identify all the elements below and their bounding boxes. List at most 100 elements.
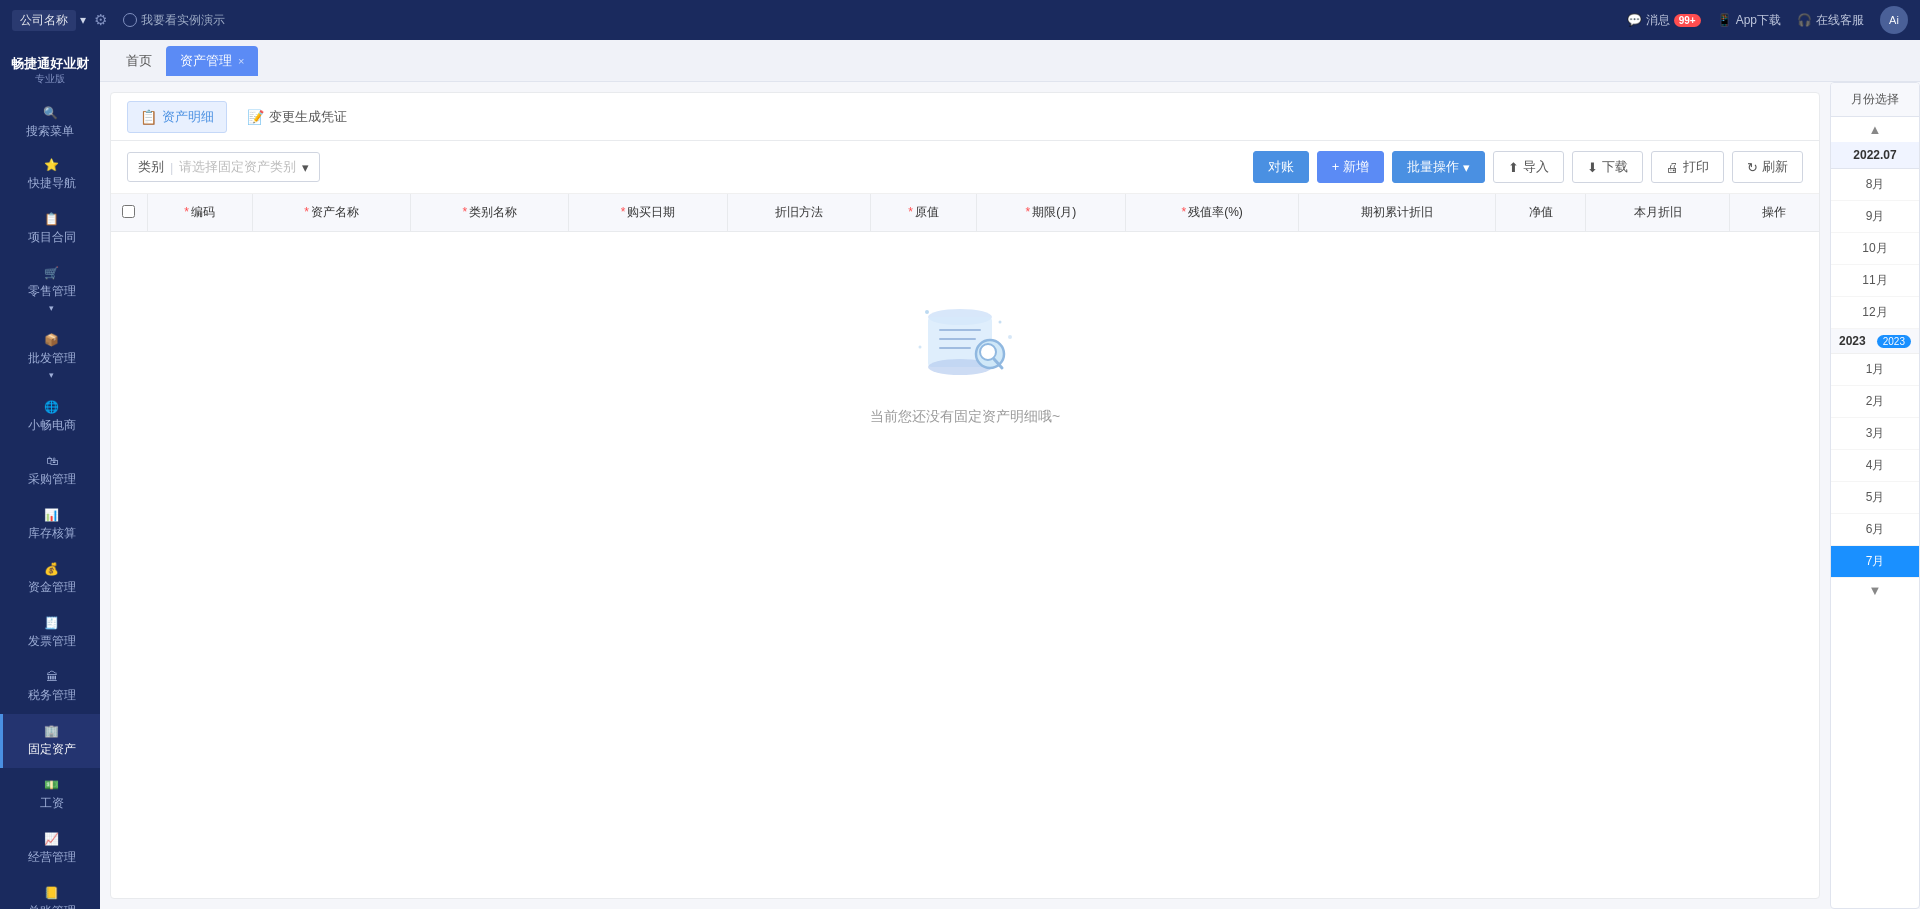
wholesale-label: 批发管理 <box>28 350 76 367</box>
user-avatar[interactable]: Ai <box>1880 6 1908 34</box>
content-area: 首页 资产管理 × 📋 资产明细 📝 变更生成凭证 <box>100 40 1920 909</box>
online-service-label: 在线客服 <box>1816 12 1864 29</box>
demo-link[interactable]: 我要看实例演示 <box>123 12 225 29</box>
online-service-btn[interactable]: 🎧 在线客服 <box>1797 12 1864 29</box>
svg-point-12 <box>919 346 922 349</box>
sidebar-item-wholesale[interactable]: 📦 批发管理 ▾ <box>0 323 100 390</box>
toolbar-left: 类别 | 请选择固定资产类别 ▾ <box>127 152 320 182</box>
purchase-label: 采购管理 <box>28 471 76 488</box>
table-body: 当前您还没有固定资产明细哦~ <box>111 232 1819 487</box>
app-download-btn[interactable]: 📱 App下载 <box>1717 12 1781 29</box>
top-bar-right: 💬 消息 99+ 📱 App下载 🎧 在线客服 Ai <box>1627 6 1908 34</box>
tax-label: 税务管理 <box>28 687 76 704</box>
month-picker-current-year[interactable]: 2022.07 <box>1831 142 1919 169</box>
sidebar-item-payroll[interactable]: 💵 工资 <box>0 768 100 822</box>
import-button[interactable]: ⬆ 导入 <box>1493 151 1564 183</box>
invoice-icon: 🧾 <box>44 616 59 630</box>
th-name: *资产名称 <box>252 194 410 232</box>
reconcile-button[interactable]: 对账 <box>1253 151 1309 183</box>
table-container: *编码 *资产名称 *类别名称 *购买日期 折旧方法 *原值 *期限(月) *残… <box>111 194 1819 898</box>
svg-point-10 <box>999 321 1002 324</box>
company-name[interactable]: 公司名称 <box>12 10 76 31</box>
sidebar-item-fixed-assets[interactable]: 🏢 固定资产 <box>0 714 100 768</box>
sidebar-item-ledger[interactable]: 📒 总账管理 <box>0 876 100 909</box>
sidebar-item-search[interactable]: 🔍 搜索菜单 <box>0 98 100 148</box>
sidebar-item-quick-nav[interactable]: ⭐ 快捷导航 <box>0 148 100 202</box>
sub-tab-change-voucher[interactable]: 📝 变更生成凭证 <box>235 102 359 132</box>
month-item-sep[interactable]: 9月 <box>1831 201 1919 233</box>
month-item-aug[interactable]: 8月 <box>1831 169 1919 201</box>
app-download-label: App下载 <box>1736 12 1781 29</box>
month-item-jul-current[interactable]: 7月 <box>1831 546 1919 578</box>
sub-tab-asset-detail[interactable]: 📋 资产明细 <box>127 101 227 133</box>
print-button[interactable]: 🖨 打印 <box>1651 151 1724 183</box>
company-dropdown-icon[interactable]: ▾ <box>80 13 86 27</box>
month-item-apr[interactable]: 4月 <box>1831 450 1919 482</box>
message-btn[interactable]: 💬 消息 99+ <box>1627 12 1701 29</box>
asset-detail-label: 资产明细 <box>162 108 214 126</box>
tab-home[interactable]: 首页 <box>112 46 166 76</box>
month-item-nov[interactable]: 11月 <box>1831 265 1919 297</box>
month-item-dec[interactable]: 12月 <box>1831 297 1919 329</box>
app-logo: 畅捷通好业财 专业版 <box>0 48 100 98</box>
message-icon: 💬 <box>1627 13 1642 27</box>
finance-icon: 💰 <box>44 562 59 576</box>
sidebar-item-retail[interactable]: 🛒 零售管理 ▾ <box>0 256 100 323</box>
refresh-button[interactable]: ↻ 刷新 <box>1732 151 1803 183</box>
add-button[interactable]: + 新增 <box>1317 151 1384 183</box>
quick-nav-label: 快捷导航 <box>28 175 76 192</box>
tab-asset-management[interactable]: 资产管理 × <box>166 46 258 76</box>
logo-title: 畅捷通好业财 <box>10 56 90 72</box>
month-item-jan[interactable]: 1月 <box>1831 354 1919 386</box>
logo-subtitle: 专业版 <box>10 72 90 86</box>
inventory-icon: 📊 <box>44 508 59 522</box>
th-checkbox <box>111 194 147 232</box>
empty-row: 当前您还没有固定资产明细哦~ <box>111 232 1819 487</box>
sidebar-item-ecommerce[interactable]: 🌐 小畅电商 <box>0 390 100 444</box>
sidebar-item-inventory[interactable]: 📊 库存核算 <box>0 498 100 552</box>
demo-circle-icon <box>123 13 137 27</box>
operations-icon: 📈 <box>44 832 59 846</box>
toolbar: 类别 | 请选择固定资产类别 ▾ 对账 + 新增 <box>111 141 1819 194</box>
download-button[interactable]: ⬇ 下载 <box>1572 151 1643 183</box>
sidebar-item-purchase[interactable]: 🛍 采购管理 <box>0 444 100 498</box>
import-icon: ⬆ <box>1508 160 1519 175</box>
home-label: 首页 <box>126 52 152 70</box>
batch-button[interactable]: 批量操作 ▾ <box>1392 151 1485 183</box>
month-picker-header: 月份选择 <box>1831 83 1919 117</box>
search-label: 搜索菜单 <box>26 123 74 140</box>
category-placeholder: 请选择固定资产类别 <box>179 158 296 176</box>
fixed-assets-icon: 🏢 <box>44 724 59 738</box>
th-purchase-date: *购买日期 <box>569 194 727 232</box>
empty-state: 当前您还没有固定资产明细哦~ <box>111 232 1819 486</box>
search-icon: 🔍 <box>43 106 58 120</box>
month-item-may[interactable]: 5月 <box>1831 482 1919 514</box>
sidebar-item-tax[interactable]: 🏛 税务管理 <box>0 660 100 714</box>
month-picker-down-nav[interactable]: ▼ <box>1831 578 1919 603</box>
sidebar-item-operations[interactable]: 📈 经营管理 <box>0 822 100 876</box>
select-all-checkbox[interactable] <box>122 205 135 218</box>
category-filter[interactable]: 类别 | 请选择固定资产类别 ▾ <box>127 152 320 182</box>
month-item-mar[interactable]: 3月 <box>1831 418 1919 450</box>
main-content: 📋 资产明细 📝 变更生成凭证 类别 | 请选择固定资产类别 <box>110 92 1820 899</box>
company-selector[interactable]: 公司名称 ▾ <box>12 10 86 31</box>
invoice-label: 发票管理 <box>28 633 76 650</box>
retail-label: 零售管理 <box>28 283 76 300</box>
th-code: *编码 <box>147 194 252 232</box>
month-picker-panel: 月份选择 ▲ 2022.07 8月 9月 10月 11月 12月 2023 20… <box>1830 82 1920 909</box>
month-item-oct[interactable]: 10月 <box>1831 233 1919 265</box>
sidebar-item-project[interactable]: 📋 项目合同 <box>0 202 100 256</box>
demo-text[interactable]: 我要看实例演示 <box>141 12 225 29</box>
reconcile-label: 对账 <box>1268 158 1294 176</box>
month-item-jun[interactable]: 6月 <box>1831 514 1919 546</box>
down-arrow-icon: ▼ <box>1869 583 1882 598</box>
close-tab-icon[interactable]: × <box>238 55 244 67</box>
sidebar-item-finance[interactable]: 💰 资金管理 <box>0 552 100 606</box>
toolbar-right: 对账 + 新增 批量操作 ▾ ⬆ 导入 <box>1253 151 1803 183</box>
sidebar-item-invoice[interactable]: 🧾 发票管理 <box>0 606 100 660</box>
project-label: 项目合同 <box>28 229 76 246</box>
settings-icon[interactable]: ⚙ <box>94 11 107 29</box>
month-item-feb[interactable]: 2月 <box>1831 386 1919 418</box>
ecommerce-icon: 🌐 <box>44 400 59 414</box>
month-picker-up-nav[interactable]: ▲ <box>1831 117 1919 142</box>
